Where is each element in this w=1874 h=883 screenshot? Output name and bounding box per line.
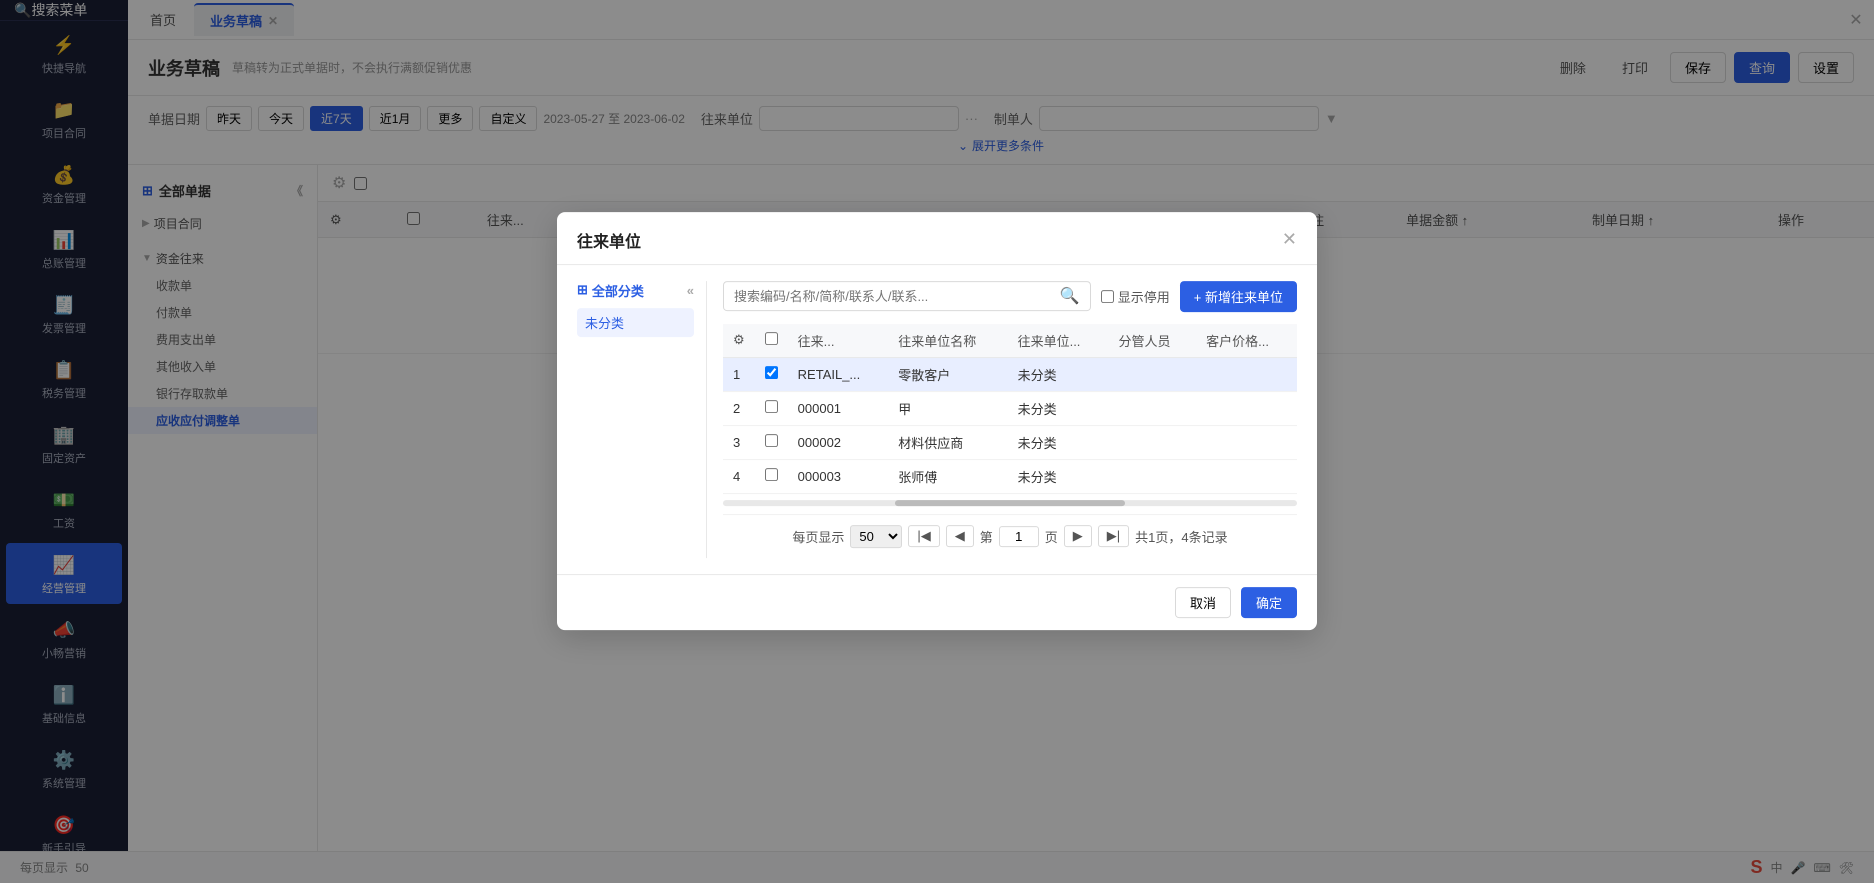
collapse-left-icon[interactable]: « xyxy=(687,283,694,298)
modal-search-input[interactable] xyxy=(734,289,1054,304)
row1-manager xyxy=(1108,357,1196,391)
mth-checkbox xyxy=(755,324,788,358)
mth-manager: 分管人员 xyxy=(1108,324,1196,358)
row2-name: 甲 xyxy=(888,391,1007,425)
mth-category: 往来单位... xyxy=(1008,324,1109,358)
modal-table-row[interactable]: 3 000002 材料供应商 未分类 xyxy=(723,425,1297,459)
row4-select[interactable] xyxy=(765,468,778,481)
modal-content: ⊞ 全部分类 « 未分类 🔍 显示停用 xyxy=(577,281,1297,558)
row2-price xyxy=(1196,391,1297,425)
modal-table-row[interactable]: 4 000003 张师傅 未分类 xyxy=(723,459,1297,493)
prev-page-btn[interactable]: ◀ xyxy=(946,525,974,547)
row4-checkbox xyxy=(755,459,788,493)
modal-search-icon[interactable]: 🔍 xyxy=(1060,286,1080,306)
last-page-btn[interactable]: ▶| xyxy=(1098,525,1129,547)
row2-checkbox xyxy=(755,391,788,425)
modal-right-panel: 🔍 显示停用 + 新增往来单位 ⚙ 往来... xyxy=(707,281,1297,558)
first-page-btn[interactable]: |◀ xyxy=(908,525,939,547)
modal-table-header: ⚙ 往来... 往来单位名称 往来单位... 分管人员 客户价格... xyxy=(723,324,1297,358)
modal-toolbar: 🔍 显示停用 + 新增往来单位 xyxy=(723,281,1297,312)
row3-checkbox xyxy=(755,425,788,459)
modal-table-row[interactable]: 1 RETAIL_... 零散客户 未分类 xyxy=(723,357,1297,391)
row3-manager xyxy=(1108,425,1196,459)
row1-settings: 1 xyxy=(723,357,755,391)
show-disabled-checkbox[interactable] xyxy=(1101,290,1114,303)
modal-search-box: 🔍 xyxy=(723,281,1091,311)
page-unit: 页 xyxy=(1045,527,1058,546)
row4-num: 4 xyxy=(723,459,755,493)
mth-price: 客户价格... xyxy=(1196,324,1297,358)
row1-checkbox xyxy=(755,357,788,391)
row3-num: 3 xyxy=(723,425,755,459)
row4-code: 000003 xyxy=(788,459,889,493)
modal-close-icon[interactable]: ✕ xyxy=(1282,229,1297,250)
modal-footer: 取消 确定 xyxy=(557,574,1317,630)
cancel-button[interactable]: 取消 xyxy=(1175,587,1231,618)
modal-table: ⚙ 往来... 往来单位名称 往来单位... 分管人员 客户价格... 1 xyxy=(723,324,1297,494)
page-input[interactable] xyxy=(999,526,1039,547)
mth-name: 往来单位名称 xyxy=(888,324,1007,358)
horizontal-scrollbar[interactable] xyxy=(723,500,1297,506)
modal-title: 往来单位 xyxy=(577,228,641,252)
page-label: 第 xyxy=(980,527,993,546)
mth-select-all[interactable] xyxy=(765,332,778,345)
modal-left-item-uncategorized[interactable]: 未分类 xyxy=(577,308,694,337)
scrollbar-thumb xyxy=(895,500,1125,506)
per-page-label: 每页显示 xyxy=(792,527,844,546)
row2-code: 000001 xyxy=(788,391,889,425)
grid2-icon: ⊞ xyxy=(577,282,588,298)
row2-manager xyxy=(1108,391,1196,425)
row1-category: 未分类 xyxy=(1008,357,1109,391)
row3-select[interactable] xyxy=(765,434,778,447)
add-partner-button[interactable]: + 新增往来单位 xyxy=(1180,281,1297,312)
row4-manager xyxy=(1108,459,1196,493)
row2-category: 未分类 xyxy=(1008,391,1109,425)
mth-code: 往来... xyxy=(788,324,889,358)
next-page-btn[interactable]: ▶ xyxy=(1064,525,1092,547)
modal-table-row[interactable]: 2 000001 甲 未分类 xyxy=(723,391,1297,425)
partner-modal: 往来单位 ✕ ⊞ 全部分类 « 未分类 🔍 xyxy=(557,212,1317,630)
modal-left-panel: ⊞ 全部分类 « 未分类 xyxy=(577,281,707,558)
modal-body: ⊞ 全部分类 « 未分类 🔍 显示停用 xyxy=(557,265,1317,574)
mth-settings: ⚙ xyxy=(723,324,755,358)
row2-num: 2 xyxy=(723,391,755,425)
row3-category: 未分类 xyxy=(1008,425,1109,459)
row1-code: RETAIL_... xyxy=(788,357,889,391)
row3-price xyxy=(1196,425,1297,459)
modal-header: 往来单位 ✕ xyxy=(557,212,1317,265)
show-disabled-label[interactable]: 显示停用 xyxy=(1101,287,1170,306)
row1-select[interactable] xyxy=(765,366,778,379)
confirm-button[interactable]: 确定 xyxy=(1241,587,1297,618)
per-page-select[interactable]: 50 100 xyxy=(850,525,902,548)
total-info: 共1页，4条记录 xyxy=(1135,527,1227,546)
row1-price xyxy=(1196,357,1297,391)
row3-code: 000002 xyxy=(788,425,889,459)
row4-price xyxy=(1196,459,1297,493)
row2-select[interactable] xyxy=(765,400,778,413)
row4-category: 未分类 xyxy=(1008,459,1109,493)
row3-name: 材料供应商 xyxy=(888,425,1007,459)
modal-left-title: ⊞ 全部分类 « xyxy=(577,281,694,300)
row1-name: 零散客户 xyxy=(888,357,1007,391)
row4-name: 张师傅 xyxy=(888,459,1007,493)
modal-pagination: 每页显示 50 100 |◀ ◀ 第 页 ▶ ▶| 共1页，4条记录 xyxy=(723,514,1297,558)
